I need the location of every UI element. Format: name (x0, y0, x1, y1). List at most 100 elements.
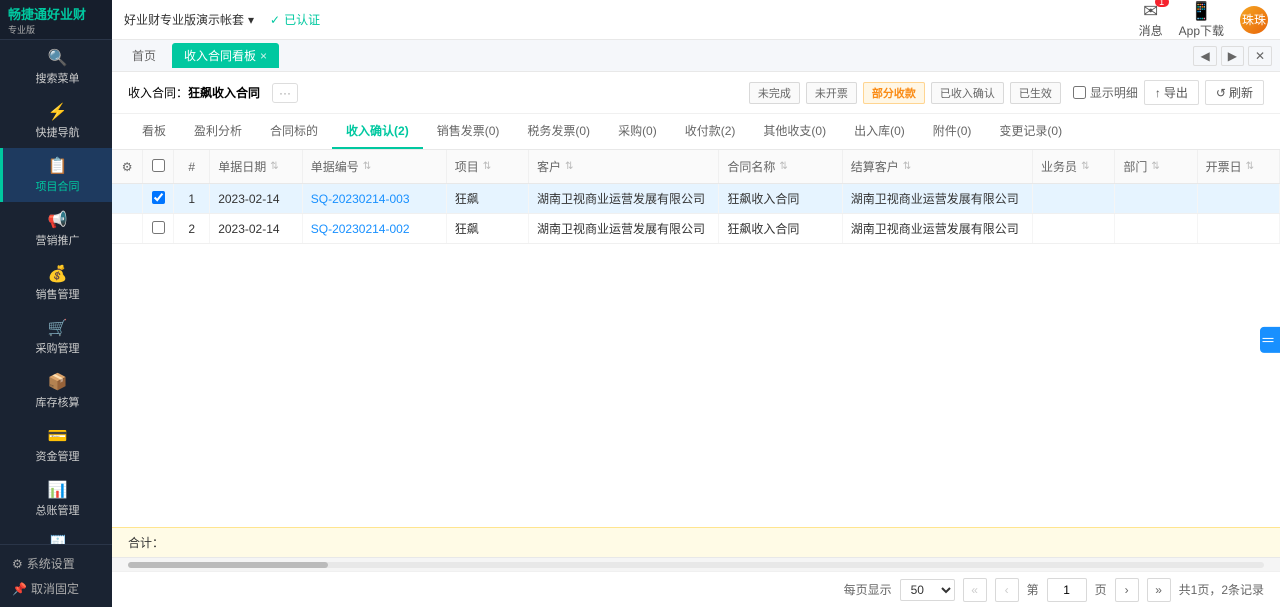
table-row: 2 2023-02-14 SQ-20230214-002 狂飙 湖南卫视商业运营… (112, 214, 1280, 244)
settings-icon[interactable]: ⚙ (122, 160, 133, 174)
nav-tab-other_income[interactable]: 其他收支(0) (749, 114, 840, 149)
certified-label: 已认证 (284, 11, 320, 28)
nav-tab-change_log[interactable]: 变更记录(0) (985, 114, 1076, 149)
per-page-select[interactable]: 50 20 100 (900, 579, 955, 601)
nav-tab-kanban[interactable]: 看板 (128, 114, 180, 149)
row-checkbox-0[interactable] (152, 191, 165, 204)
content-wrapper: 收入合同：狂飙收入合同 ··· 未完成 未开票 部分收款 已收入确认 已生效 显… (112, 72, 1280, 607)
sort-customer-icon: ⇅ (565, 161, 573, 172)
th-salesperson-label: 业务员 (1041, 158, 1077, 175)
sidebar-label-general-ledger: 总账管理 (36, 502, 80, 518)
active-tab[interactable]: 收入合同看板 × (172, 43, 279, 68)
sidebar-bottom-settings[interactable]: ⚙系统设置 (6, 551, 106, 576)
contract-more-button[interactable]: ··· (272, 83, 298, 103)
sidebar-label-quick-nav: 快捷导航 (36, 124, 80, 140)
status-confirmed[interactable]: 已收入确认 (931, 82, 1004, 104)
refresh-button[interactable]: ↺ 刷新 (1205, 80, 1264, 105)
next-page-button[interactable]: › (1115, 578, 1139, 602)
cell-customer-1: 湖南卫视商业运营发展有限公司 (529, 214, 719, 244)
tab-next-button[interactable]: ▶ (1221, 46, 1244, 66)
nav-tab-income_confirm[interactable]: 收入确认(2) (332, 114, 423, 149)
certified-badge: ✓ 已认证 (270, 11, 320, 28)
contract-name: 狂飙收入合同 (188, 86, 260, 100)
sidebar-item-project-contract[interactable]: 📋项目合同 (0, 148, 112, 202)
sidebar-item-marketing[interactable]: 📢营销推广 (0, 202, 112, 256)
sort-open-icon: ⇅ (1246, 161, 1254, 172)
nav-tab-outbound[interactable]: 出入库(0) (840, 114, 919, 149)
status-uninvoiced[interactable]: 未开票 (806, 82, 857, 104)
data-table: ⚙ # 单据日期⇅ 单据编号⇅ 项目⇅ 客户⇅ 合同名称⇅ 结算客户⇅ 业务员⇅… (112, 150, 1280, 244)
prev-page-button[interactable]: ‹ (995, 578, 1019, 602)
sort-dept-icon: ⇅ (1151, 161, 1159, 172)
message-button[interactable]: ✉ 1 消息 (1139, 1, 1163, 39)
export-button[interactable]: ↑ 导出 (1144, 80, 1199, 105)
page-suffix: 页 (1095, 581, 1107, 598)
purchase-icon: 🛒 (48, 318, 68, 338)
avatar[interactable]: 珠珠 (1240, 6, 1268, 34)
th-order-no[interactable]: 单据编号⇅ (302, 150, 446, 184)
app-download-button[interactable]: 📱 App下载 (1179, 1, 1224, 39)
th-date-label: 单据日期 (218, 158, 266, 175)
nav-tab-profit[interactable]: 盈利分析 (180, 114, 256, 149)
status-effective[interactable]: 已生效 (1010, 82, 1061, 104)
tab-close-button[interactable]: × (260, 49, 267, 63)
refresh-label: 刷新 (1229, 84, 1253, 101)
scroll-thumb[interactable] (128, 562, 328, 568)
th-open-date[interactable]: 开票日 ⇅ (1197, 150, 1279, 184)
sidebar-item-quick-nav[interactable]: ⚡快捷导航 (0, 94, 112, 148)
sidebar-bottom-pin[interactable]: 📌取消固定 (6, 576, 106, 601)
select-all-checkbox[interactable] (152, 159, 165, 172)
sidebar-item-inventory[interactable]: 📦库存核算 (0, 364, 112, 418)
home-tab[interactable]: 首页 (120, 43, 168, 68)
tab-close-all-button[interactable]: ✕ (1248, 46, 1272, 66)
sidebar-item-sales[interactable]: 💰销售管理 (0, 256, 112, 310)
th-date[interactable]: 单据日期⇅ (210, 150, 303, 184)
th-result-customer[interactable]: 结算客户⇅ (842, 150, 1032, 184)
cell-contract-1: 狂飙收入合同 (719, 214, 842, 244)
page-input[interactable] (1047, 578, 1087, 602)
th-contract-name[interactable]: 合同名称⇅ (719, 150, 842, 184)
sidebar-item-invoice[interactable]: 🧾发票管理 (0, 526, 112, 544)
scroll-bar-area[interactable] (112, 557, 1280, 571)
order-link-0[interactable]: SQ-20230214-003 (311, 192, 410, 206)
nav-tab-payment[interactable]: 收付款(2) (671, 114, 750, 149)
contract-prefix: 收入合同： (128, 86, 188, 100)
cell-project-0: 狂飙 (446, 184, 528, 214)
sidebar-item-general-ledger[interactable]: 📊总账管理 (0, 472, 112, 526)
sidebar-bottom-label-settings: 系统设置 (27, 555, 75, 572)
th-customer[interactable]: 客户⇅ (529, 150, 719, 184)
status-incomplete[interactable]: 未完成 (749, 82, 800, 104)
cell-dept-1 (1115, 214, 1197, 244)
order-link-1[interactable]: SQ-20230214-002 (311, 222, 410, 236)
sales-icon: 💰 (48, 264, 68, 284)
app-download-label: App下载 (1179, 22, 1224, 39)
th-department-label: 部门 (1123, 158, 1147, 175)
row-checkbox-1[interactable] (152, 221, 165, 234)
nav-tab-attachment[interactable]: 附件(0) (919, 114, 986, 149)
nav-tab-standards[interactable]: 合同标的 (256, 114, 332, 149)
company-selector[interactable]: 好业财专业版演示帐套 ▾ (124, 11, 254, 28)
topbar-right: ✉ 1 消息 📱 App下载 珠珠 (1139, 1, 1268, 39)
nav-tab-tax_invoice[interactable]: 税务发票(0) (513, 114, 604, 149)
show-detail-checkbox[interactable] (1073, 86, 1086, 99)
th-project[interactable]: 项目⇅ (446, 150, 528, 184)
table-header-row: ⚙ # 单据日期⇅ 单据编号⇅ 项目⇅ 客户⇅ 合同名称⇅ 结算客户⇅ 业务员⇅… (112, 150, 1280, 184)
th-open-date-label: 开票日 (1206, 158, 1242, 175)
sidebar-item-purchase[interactable]: 🛒采购管理 (0, 310, 112, 364)
status-partial[interactable]: 部分收款 (863, 82, 925, 104)
th-salesperson[interactable]: 业务员⇅ (1033, 150, 1115, 184)
th-contract-name-label: 合同名称 (727, 158, 775, 175)
tab-prev-button[interactable]: ◀ (1193, 46, 1216, 66)
sidebar-item-funds[interactable]: 💳资金管理 (0, 418, 112, 472)
sidebar-label-marketing: 营销推广 (36, 232, 80, 248)
cell-settings-1 (112, 214, 143, 244)
cell-settings-0 (112, 184, 143, 214)
last-page-button[interactable]: » (1147, 578, 1171, 602)
sidebar-bottom-label-pin: 取消固定 (31, 580, 79, 597)
nav-tab-sales_invoice[interactable]: 销售发票(0) (423, 114, 514, 149)
nav-tab-purchase[interactable]: 采购(0) (604, 114, 671, 149)
right-float-button[interactable]: || (1260, 326, 1280, 352)
sidebar-item-search[interactable]: 🔍搜索菜单 (0, 40, 112, 94)
first-page-button[interactable]: « (963, 578, 987, 602)
th-department[interactable]: 部门 ⇅ (1115, 150, 1197, 184)
